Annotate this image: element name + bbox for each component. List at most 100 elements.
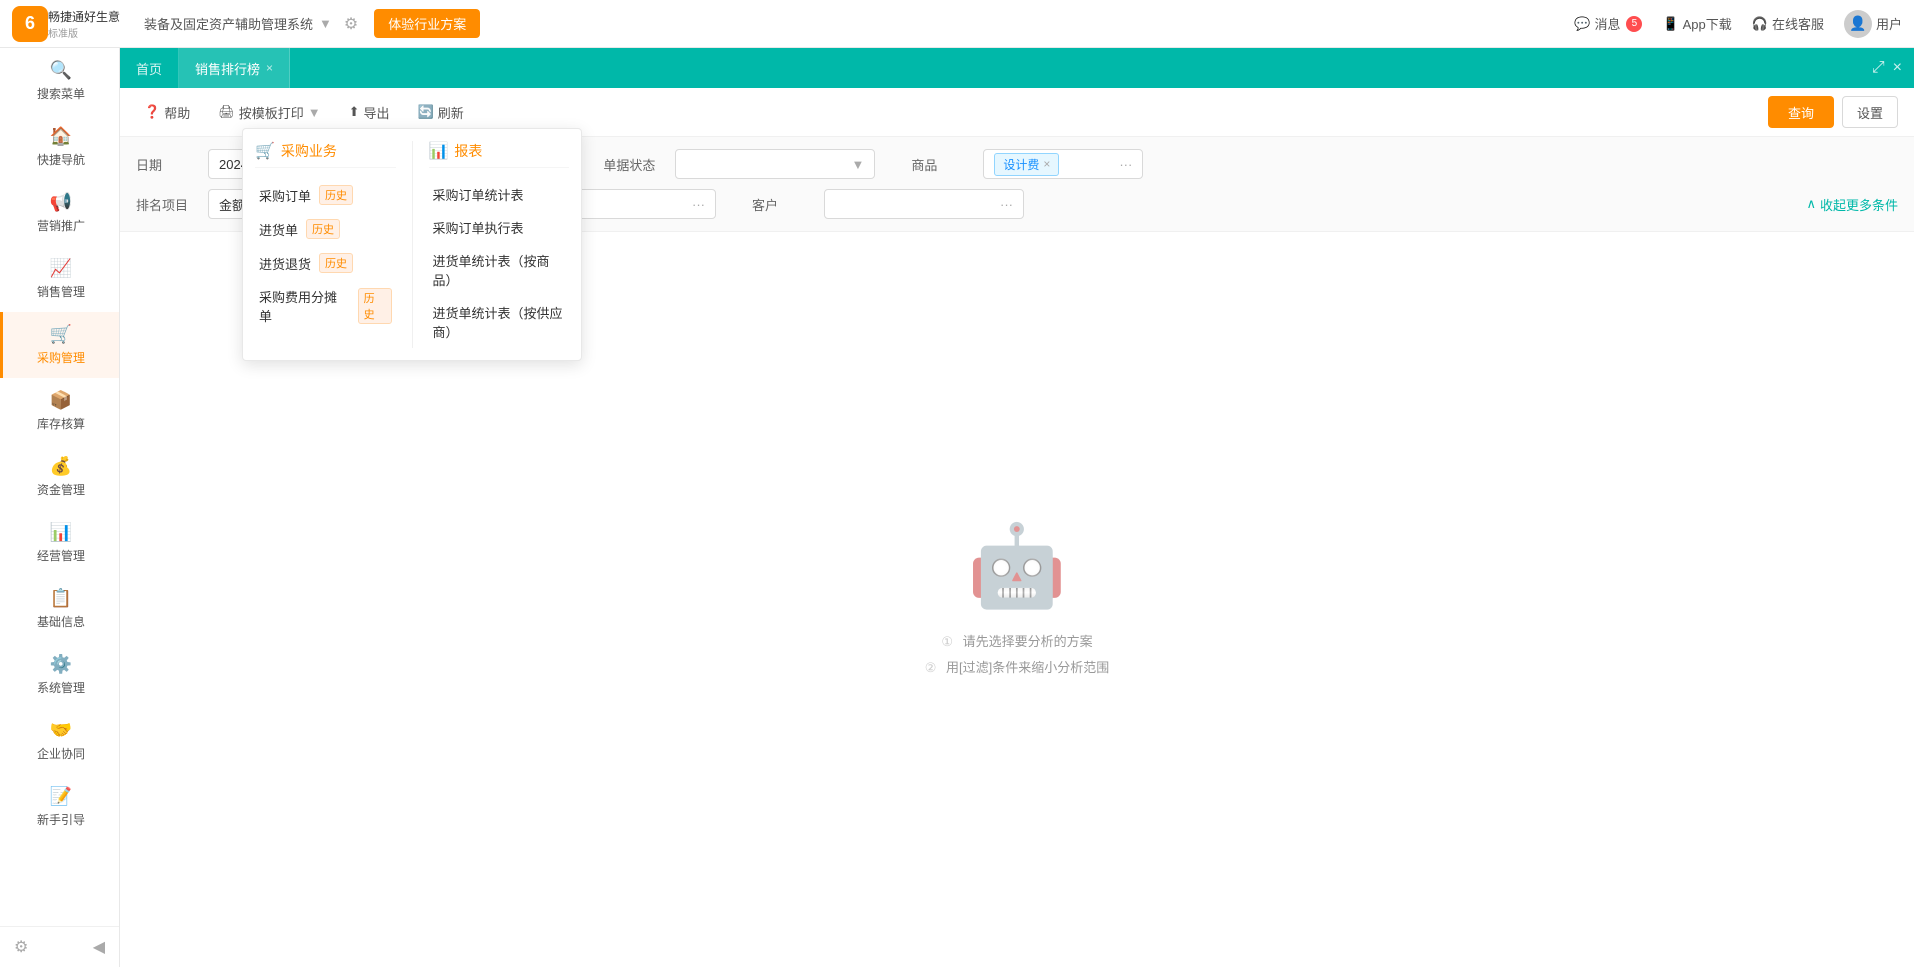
online-service-label: 在线客服: [1772, 14, 1824, 33]
dropdown-menu: 🛒 采购业务 采购订单 历史 进货单 历史 进货退货 历史: [242, 128, 582, 361]
purchase-section-icon: 🛒: [255, 141, 275, 161]
return-history[interactable]: 历史: [319, 253, 353, 273]
sidebar-label-nav: 快捷导航: [37, 151, 85, 168]
help-icon: ❓: [144, 104, 160, 120]
set-btn[interactable]: 设置: [1842, 96, 1898, 128]
salesperson-dots[interactable]: ···: [692, 197, 705, 212]
help-btn[interactable]: ❓ 帮助: [136, 99, 198, 126]
sidebar-item-guide[interactable]: 📝 新手引导: [0, 774, 119, 840]
user-action[interactable]: 👤 用户: [1844, 10, 1902, 38]
tab-close-window-icon[interactable]: ×: [1893, 59, 1902, 77]
dropdown-item-order-stat[interactable]: 采购订单统计表: [429, 178, 570, 211]
dropdown-item-inbound-goods[interactable]: 进货单统计表（按商品）: [429, 244, 570, 296]
finance-icon: 💰: [50, 456, 72, 477]
dropdown-item-return[interactable]: 进货退货 历史: [255, 246, 396, 280]
app-download-action[interactable]: 📱 App下载: [1662, 14, 1731, 33]
report-section-icon: 📊: [429, 141, 449, 161]
expense-label: 采购费用分摊单: [259, 287, 350, 325]
marketing-icon: 📢: [50, 192, 72, 213]
sidebar-item-inventory[interactable]: 📦 库存核算: [0, 378, 119, 444]
refresh-btn[interactable]: 🔄 刷新: [410, 99, 472, 126]
purchase-order-label: 采购订单: [259, 186, 311, 205]
sidebar-item-marketing[interactable]: 📢 营销推广: [0, 180, 119, 246]
message-badge: 5: [1626, 16, 1642, 32]
status-select[interactable]: ▼: [675, 149, 875, 179]
logo-icon: 6: [12, 6, 48, 42]
sidebar-item-nav[interactable]: 🏠 快捷导航: [0, 114, 119, 180]
sidebar: 🔍 搜索菜单 🏠 快捷导航 📢 营销推广 📈 销售管理 🛒 采购管理 📦: [0, 48, 120, 967]
customer-select[interactable]: ···: [824, 189, 1024, 219]
sidebar-collapse-icon[interactable]: ◀: [93, 937, 105, 957]
system-title-area: 装备及固定资产辅助管理系统 ▼: [144, 14, 332, 33]
settings-icon[interactable]: ⚙: [344, 14, 358, 34]
tab-home[interactable]: 首页: [120, 48, 179, 88]
dropdown-item-purchase-order[interactable]: 采购订单 历史: [255, 178, 396, 212]
app-container: 6 畅捷通好生意 标准版 装备及固定资产辅助管理系统 ▼ ⚙ 体验行业方案 💬 …: [0, 0, 1914, 967]
sidebar-label-purchase: 采购管理: [37, 349, 85, 366]
export-icon: ⬆: [349, 104, 360, 120]
export-btn[interactable]: ⬆ 导出: [341, 99, 398, 126]
dropdown-item-expense[interactable]: 采购费用分摊单 历史: [255, 280, 396, 332]
sidebar-label-search: 搜索菜单: [37, 85, 85, 102]
dropdown-item-order-exec[interactable]: 采购订单执行表: [429, 211, 570, 244]
goods-select[interactable]: 设计费 × ···: [983, 149, 1143, 179]
goods-dots[interactable]: ···: [1119, 157, 1132, 172]
refresh-icon: 🔄: [418, 104, 434, 120]
expense-history[interactable]: 历史: [358, 288, 392, 324]
dot-2: ②: [925, 660, 937, 675]
tab-sales-rank-label: 销售排行榜: [195, 59, 260, 78]
sidebar-item-finance[interactable]: 💰 资金管理: [0, 444, 119, 510]
purchase-order-history[interactable]: 历史: [319, 185, 353, 205]
empty-tip-2: ② 用[过滤]条件来缩小分析范围: [925, 655, 1110, 681]
goods-tag: 设计费 ×: [994, 153, 1059, 176]
empty-state: 🤖 ① 请先选择要分析的方案 ② 用[过滤]条件来缩小分析范围: [925, 519, 1110, 681]
message-action[interactable]: 💬 消息 5: [1574, 14, 1642, 33]
title-dropdown-icon[interactable]: ▼: [319, 16, 332, 31]
header-right: 💬 消息 5 📱 App下载 🎧 在线客服 👤 用户: [1574, 10, 1902, 38]
print-dropdown-icon: ▼: [308, 105, 321, 120]
sidebar-item-purchase[interactable]: 🛒 采购管理: [0, 312, 119, 378]
sidebar-item-system[interactable]: ⚙️ 系统管理: [0, 642, 119, 708]
dot-1: ①: [941, 634, 953, 649]
tab-maximize-icon[interactable]: ⤢: [1872, 59, 1885, 77]
sidebar-label-operation: 经营管理: [37, 547, 85, 564]
query-btn[interactable]: 查询: [1768, 96, 1834, 128]
operation-icon: 📊: [50, 522, 72, 543]
status-down-icon: ▼: [851, 157, 864, 172]
goods-tag-close[interactable]: ×: [1043, 157, 1050, 171]
dropdown-item-inbound-supplier[interactable]: 进货单统计表（按供应商）: [429, 296, 570, 348]
basic-icon: 📋: [50, 588, 72, 609]
sidebar-label-system: 系统管理: [37, 679, 85, 696]
inbound-label: 进货单: [259, 220, 298, 239]
sidebar-item-enterprise[interactable]: 🤝 企业协同: [0, 708, 119, 774]
sidebar-label-sales: 销售管理: [37, 283, 85, 300]
date-label: 日期: [136, 155, 192, 174]
sidebar-footer: ⚙ ◀: [0, 926, 119, 967]
sidebar-settings-icon[interactable]: ⚙: [14, 937, 28, 957]
tab-close-icon[interactable]: ×: [266, 61, 273, 75]
tab-sales-rank[interactable]: 销售排行榜 ×: [179, 48, 290, 88]
refresh-label: 刷新: [438, 103, 464, 122]
collapse-btn[interactable]: ∧ 收起更多条件: [1806, 195, 1898, 214]
help-label: 帮助: [164, 103, 190, 122]
print-btn[interactable]: 🖨 按模板打印 ▼: [210, 99, 328, 126]
customer-label: 客户: [752, 195, 808, 214]
sidebar-item-basic[interactable]: 📋 基础信息: [0, 576, 119, 642]
inbound-history[interactable]: 历史: [306, 219, 340, 239]
online-service-action[interactable]: 🎧 在线客服: [1752, 14, 1824, 33]
sidebar-item-operation[interactable]: 📊 经营管理: [0, 510, 119, 576]
order-exec-label: 采购订单执行表: [433, 218, 524, 237]
industry-btn[interactable]: 体验行业方案: [374, 9, 480, 38]
collapse-label: 收起更多条件: [1820, 195, 1898, 214]
report-section-title: 📊 报表: [429, 141, 570, 168]
sidebar-item-sales[interactable]: 📈 销售管理: [0, 246, 119, 312]
tab-home-label: 首页: [136, 59, 162, 78]
inbound-supplier-label: 进货单统计表（按供应商）: [433, 303, 566, 341]
user-label: 用户: [1876, 14, 1902, 33]
sidebar-label-inventory: 库存核算: [37, 415, 85, 432]
print-icon: 🖨: [218, 104, 235, 120]
customer-dots[interactable]: ···: [1000, 197, 1013, 212]
sidebar-item-search[interactable]: 🔍 搜索菜单: [0, 48, 119, 114]
message-icon: 💬: [1574, 16, 1590, 32]
dropdown-item-inbound[interactable]: 进货单 历史: [255, 212, 396, 246]
